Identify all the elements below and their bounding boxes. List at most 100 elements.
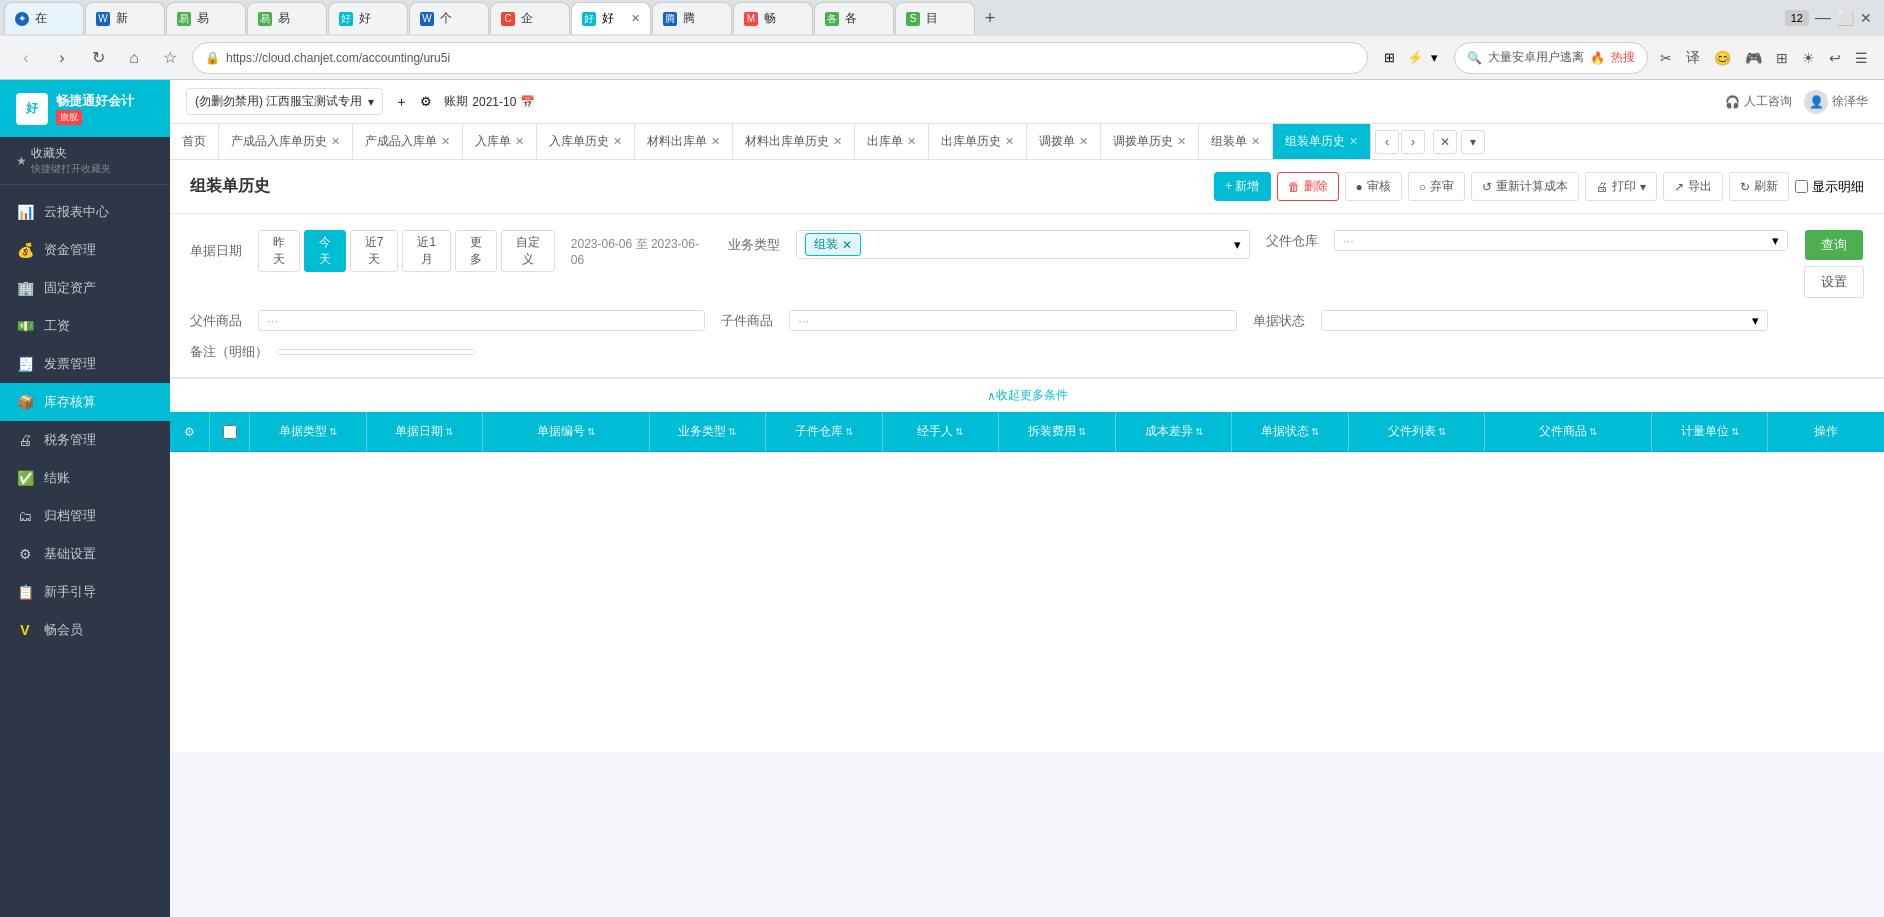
select-all-checkbox[interactable] bbox=[223, 425, 237, 439]
tab-11[interactable]: 各 各 bbox=[814, 2, 894, 34]
menu-icon[interactable]: ☰ bbox=[1851, 46, 1872, 70]
set-button[interactable]: 设置 bbox=[1804, 266, 1864, 298]
tab-7[interactable]: C 企 bbox=[490, 2, 570, 34]
th-settings[interactable]: ⚙ bbox=[170, 412, 210, 452]
page-tab-assemble-hist-close[interactable]: ✕ bbox=[1349, 135, 1358, 148]
tab-9[interactable]: 腾 腾 bbox=[652, 2, 732, 34]
page-tab-prod-in-close[interactable]: ✕ bbox=[441, 135, 450, 148]
tab-close-all-button[interactable]: ✕ bbox=[1433, 130, 1457, 154]
bookmark-button[interactable]: ☆ bbox=[156, 44, 184, 72]
page-tab-assemble-hist[interactable]: 组装单历史 ✕ bbox=[1273, 124, 1371, 160]
sidebar-item-guide[interactable]: 📋 新手引导 bbox=[0, 573, 170, 611]
bill-status-select[interactable]: ▾ bbox=[1321, 310, 1768, 331]
grid-icon[interactable]: ⊞ bbox=[1772, 46, 1792, 70]
sidebar-item-assets[interactable]: 🏢 固定资产 bbox=[0, 269, 170, 307]
page-tab-in-bill-hist[interactable]: 入库单历史 ✕ bbox=[537, 124, 635, 160]
browser-search[interactable]: 🔍 大量安卓用户逃离 🔥 热搜 bbox=[1454, 42, 1648, 74]
forward-button[interactable]: › bbox=[48, 44, 76, 72]
delete-button[interactable]: 🗑 删除 bbox=[1277, 172, 1339, 201]
child-goods-input[interactable]: ··· bbox=[789, 310, 1236, 331]
page-tab-adjust-hist-close[interactable]: ✕ bbox=[1177, 135, 1186, 148]
print-button[interactable]: 🖨 打印 ▾ bbox=[1585, 172, 1657, 201]
biz-type-input-area[interactable]: 组装 ✕ ▾ bbox=[796, 230, 1250, 259]
page-tab-in-bill[interactable]: 入库单 ✕ bbox=[463, 124, 537, 160]
url-bar[interactable]: 🔒 https://cloud.chanjet.com/accounting/u… bbox=[192, 42, 1368, 74]
add-company-button[interactable]: ＋ bbox=[395, 93, 408, 111]
page-tab-prod-in-hist[interactable]: 产成品入库单历史 ✕ bbox=[219, 124, 353, 160]
tab-next-button[interactable]: › bbox=[1401, 130, 1425, 154]
th-parent-goods[interactable]: 父件商品 ⇅ bbox=[1485, 412, 1651, 452]
close-button[interactable]: ✕ bbox=[1860, 10, 1872, 26]
tab-10[interactable]: M 畅 bbox=[733, 2, 813, 34]
abandon-button[interactable]: ○ 弃审 bbox=[1408, 172, 1465, 201]
date-btn-custom[interactable]: 自定义 bbox=[501, 230, 555, 272]
tab-3[interactable]: 易 易 bbox=[166, 2, 246, 34]
audit-button[interactable]: ● 审核 bbox=[1345, 172, 1402, 201]
th-warehouse[interactable]: 子件仓库 ⇅ bbox=[766, 412, 883, 452]
tab-4[interactable]: 易 易 bbox=[247, 2, 327, 34]
dropdown-icon[interactable]: ▾ bbox=[1431, 50, 1438, 65]
page-tab-in-bill-hist-close[interactable]: ✕ bbox=[613, 135, 622, 148]
page-tab-mat-out-close[interactable]: ✕ bbox=[711, 135, 720, 148]
th-cost-diff[interactable]: 成本差异 ⇅ bbox=[1116, 412, 1233, 452]
th-handler[interactable]: 经手人 ⇅ bbox=[883, 412, 1000, 452]
th-biz-type[interactable]: 业务类型 ⇅ bbox=[650, 412, 767, 452]
home-button[interactable]: ⌂ bbox=[120, 44, 148, 72]
reload-button[interactable]: ↻ bbox=[84, 44, 112, 72]
browser-apps-icon[interactable]: ⊞ bbox=[1384, 50, 1395, 65]
th-date[interactable]: 单据日期 ⇅ bbox=[367, 412, 484, 452]
biz-type-tag-close[interactable]: ✕ bbox=[842, 238, 852, 252]
add-button[interactable]: + 新增 bbox=[1214, 172, 1270, 201]
parent-goods-input[interactable]: ··· bbox=[258, 310, 705, 331]
date-btn-today[interactable]: 今天 bbox=[304, 230, 346, 272]
scissors-icon[interactable]: ✂ bbox=[1656, 46, 1676, 70]
sidebar-item-report[interactable]: 📊 云报表中心 bbox=[0, 193, 170, 231]
new-tab-button[interactable]: + bbox=[976, 4, 1004, 32]
export-button[interactable]: ↗ 导出 bbox=[1663, 172, 1723, 201]
page-tab-out-bill-close[interactable]: ✕ bbox=[907, 135, 916, 148]
page-tab-assemble[interactable]: 组装单 ✕ bbox=[1199, 124, 1273, 160]
tab-6[interactable]: W 个 bbox=[409, 2, 489, 34]
sidebar-item-salary[interactable]: 💵 工资 bbox=[0, 307, 170, 345]
date-btn-1month[interactable]: 近1月 bbox=[402, 230, 451, 272]
page-tab-mat-out-hist[interactable]: 材料出库单历史 ✕ bbox=[733, 124, 855, 160]
th-checkbox[interactable] bbox=[210, 412, 250, 452]
note-input[interactable] bbox=[276, 349, 476, 355]
lightning-icon[interactable]: ⚡ bbox=[1407, 50, 1423, 65]
emoji-icon[interactable]: 😊 bbox=[1710, 46, 1735, 70]
th-bill-no[interactable]: 单据编号 ⇅ bbox=[483, 412, 649, 452]
th-bill-status[interactable]: 单据状态 ⇅ bbox=[1232, 412, 1349, 452]
sidebar-item-settle[interactable]: ✅ 结账 bbox=[0, 459, 170, 497]
page-tab-assemble-close[interactable]: ✕ bbox=[1251, 135, 1260, 148]
page-tab-mat-out-hist-close[interactable]: ✕ bbox=[833, 135, 842, 148]
date-btn-7days[interactable]: 近7天 bbox=[350, 230, 399, 272]
tab-1[interactable]: ✦ 在 bbox=[4, 2, 84, 34]
tab-5[interactable]: 好 好 bbox=[328, 2, 408, 34]
sidebar-favorites[interactable]: ★ 收藏夹 快捷键打开收藏夹 bbox=[0, 137, 170, 185]
parent-warehouse-input[interactable]: ··· ▾ bbox=[1334, 230, 1788, 251]
parent-warehouse-dropdown-icon[interactable]: ▾ bbox=[1772, 233, 1779, 248]
page-tab-out-bill[interactable]: 出库单 ✕ bbox=[855, 124, 929, 160]
undo-icon[interactable]: ↩ bbox=[1825, 46, 1845, 70]
tab-2[interactable]: W 新 bbox=[85, 2, 165, 34]
page-tab-mat-out[interactable]: 材料出库单 ✕ bbox=[635, 124, 733, 160]
date-btn-more[interactable]: 更多 bbox=[455, 230, 497, 272]
show-detail-checkbox[interactable] bbox=[1795, 180, 1808, 193]
page-tab-adjust-hist[interactable]: 调拨单历史 ✕ bbox=[1101, 124, 1199, 160]
tab-12[interactable]: S 目 bbox=[895, 2, 975, 34]
sidebar-item-invoice[interactable]: 🧾 发票管理 bbox=[0, 345, 170, 383]
th-parent-list[interactable]: 父件列表 ⇅ bbox=[1349, 412, 1486, 452]
recalc-button[interactable]: ↺ 重新计算成本 bbox=[1471, 172, 1579, 201]
page-tab-prod-in[interactable]: 产成品入库单 ✕ bbox=[353, 124, 463, 160]
sidebar-item-vip[interactable]: V 畅会员 bbox=[0, 611, 170, 649]
tab-more-button[interactable]: ▾ bbox=[1461, 130, 1485, 154]
page-tab-home[interactable]: 首页 bbox=[170, 124, 219, 160]
settings-button[interactable]: ⚙ bbox=[420, 94, 432, 109]
page-tab-in-bill-close[interactable]: ✕ bbox=[515, 135, 524, 148]
page-tab-out-bill-hist[interactable]: 出库单历史 ✕ bbox=[929, 124, 1027, 160]
page-tab-out-bill-hist-close[interactable]: ✕ bbox=[1005, 135, 1014, 148]
game-icon[interactable]: 🎮 bbox=[1741, 46, 1766, 70]
tab-8[interactable]: 好 好 ✕ bbox=[571, 2, 651, 34]
sidebar-item-inventory[interactable]: 📦 库存核算 bbox=[0, 383, 170, 421]
page-tab-adjust[interactable]: 调拨单 ✕ bbox=[1027, 124, 1101, 160]
